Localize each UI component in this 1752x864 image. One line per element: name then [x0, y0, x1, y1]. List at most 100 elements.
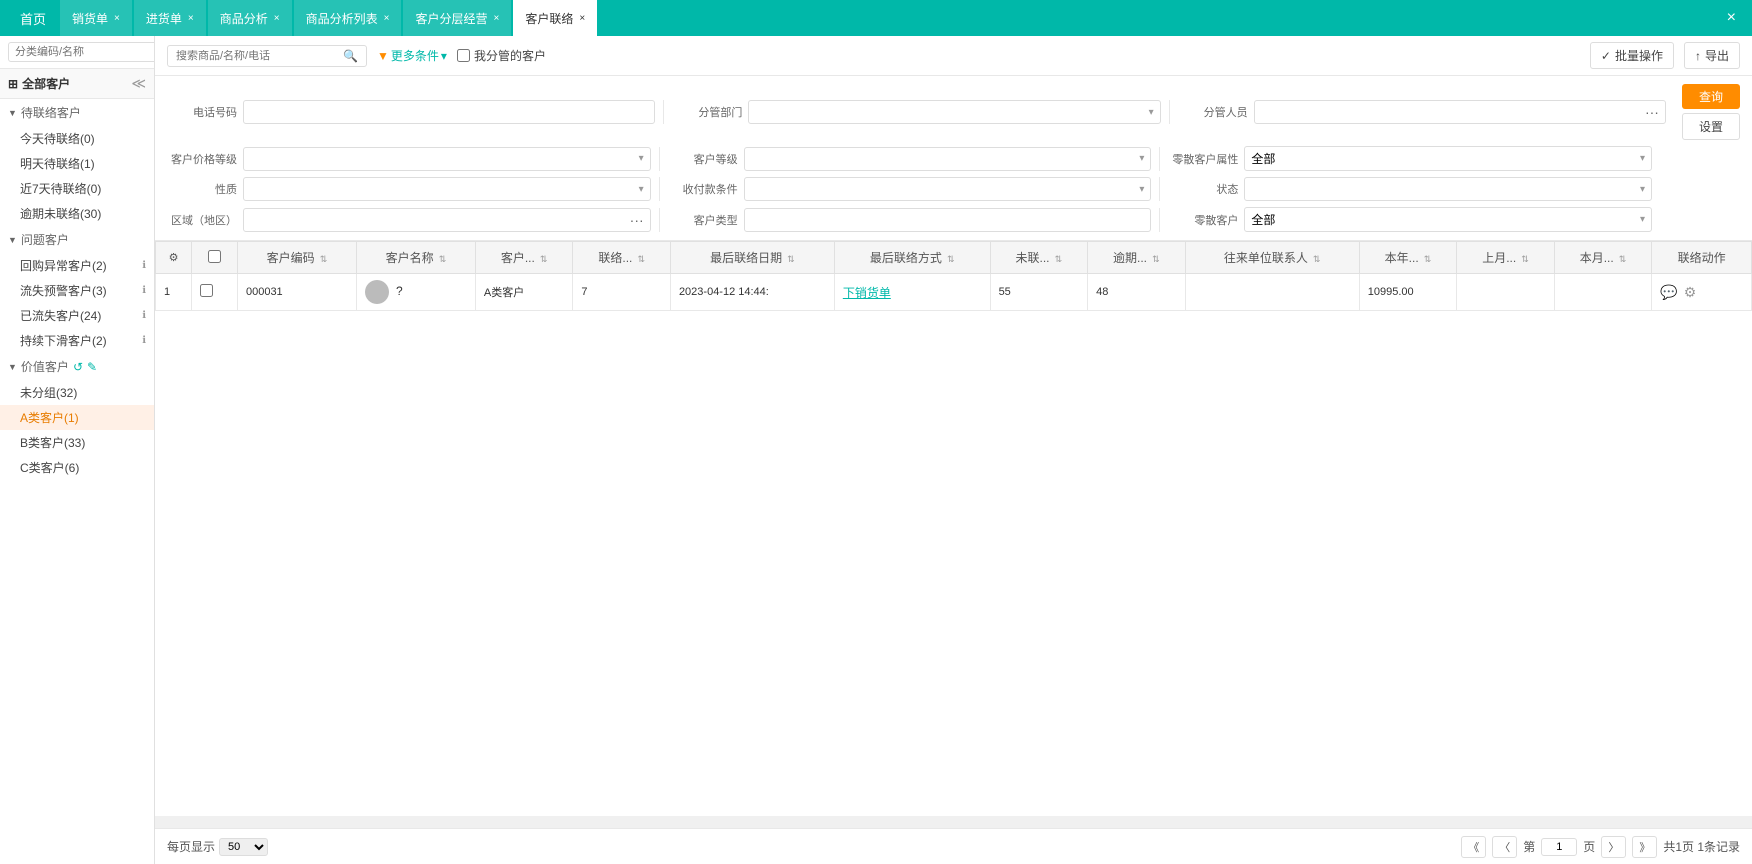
- sidebar-item-lost[interactable]: 已流失客户(24) ℹ: [0, 303, 154, 328]
- col-name[interactable]: 客户名称 ⇅: [356, 242, 475, 274]
- filter-scatter-kehu-select[interactable]: 全部 ▾: [1244, 207, 1652, 232]
- nav-tab-kehu-fen-close[interactable]: ×: [493, 13, 499, 24]
- sidebar-item-tomorrow[interactable]: 明天待联络(1): [0, 151, 154, 176]
- select-all-checkbox[interactable]: [208, 250, 221, 263]
- section-value-refresh[interactable]: ↺: [73, 360, 83, 374]
- col-code-sort: ⇅: [320, 254, 328, 264]
- col-type[interactable]: 客户... ⇅: [475, 242, 573, 274]
- export-btn[interactable]: ↑ 导出: [1684, 42, 1740, 69]
- sidebar-item-abnormal-icon: ℹ: [142, 260, 146, 271]
- sidebar-item-lost-warning[interactable]: 流失预警客户(3) ℹ: [0, 278, 154, 303]
- filter-region-label: 区域（地区）: [167, 212, 237, 228]
- filter-nature-select[interactable]: ▾: [243, 177, 651, 201]
- action-message-icon[interactable]: 💬: [1660, 284, 1677, 301]
- sidebar-item-declining[interactable]: 持续下滑客户(2) ℹ: [0, 328, 154, 353]
- col-contact[interactable]: 联络... ⇅: [573, 242, 671, 274]
- nav-tab-shangpin-close[interactable]: ×: [274, 13, 280, 24]
- row-contact-count: 7: [573, 274, 671, 311]
- region-dots-icon[interactable]: ···: [630, 212, 644, 228]
- row-contact-person: [1185, 274, 1359, 311]
- col-overdue[interactable]: 逾期... ⇅: [1088, 242, 1186, 274]
- col-this-month[interactable]: 本月... ⇅: [1554, 242, 1652, 274]
- action-settings-icon[interactable]: ⚙: [1684, 284, 1697, 301]
- next-page-btn[interactable]: 〉: [1601, 836, 1626, 858]
- filter-kehu-type-input[interactable]: [744, 208, 1152, 232]
- sidebar-search-input[interactable]: [8, 42, 155, 62]
- manager-dots-icon[interactable]: ···: [1645, 104, 1659, 120]
- window-close-btn[interactable]: ×: [1719, 9, 1744, 27]
- section-problem[interactable]: ▼ 问题客户: [0, 226, 154, 253]
- col-this-year[interactable]: 本年... ⇅: [1359, 242, 1457, 274]
- scatter-attr-value: 全部: [1251, 150, 1275, 167]
- section-pending[interactable]: ▼ 待联络客户: [0, 99, 154, 126]
- sidebar-item-lost-warning-label: 流失预警客户(3): [20, 282, 107, 299]
- section-value[interactable]: ▼ 价值客户 ↺ ✎: [0, 353, 154, 380]
- nav-tab-shangpin-list-close[interactable]: ×: [384, 13, 390, 24]
- batch-ops-btn[interactable]: ✓ 批量操作: [1590, 42, 1674, 69]
- nav-tab-jinhuo-close[interactable]: ×: [188, 13, 194, 24]
- nav-tab-kehu-fen[interactable]: 客户分层经营 ×: [403, 0, 511, 36]
- sidebar-item-7days[interactable]: 近7天待联络(0): [0, 176, 154, 201]
- kehu-arrow-icon: ▾: [1139, 153, 1144, 164]
- sidebar-item-today[interactable]: 今天待联络(0): [0, 126, 154, 151]
- filter-search-icon[interactable]: 🔍: [343, 49, 358, 63]
- filter-payment-select[interactable]: ▾: [744, 177, 1152, 201]
- per-page-select[interactable]: 10 20 50 100: [219, 838, 268, 856]
- filter-icon: ▼: [377, 49, 389, 63]
- sidebar-collapse-btn[interactable]: ≪: [131, 75, 146, 92]
- nav-tab-shangpin[interactable]: 商品分析 ×: [208, 0, 292, 36]
- sidebar-item-7days-label: 近7天待联络(0): [20, 180, 101, 197]
- horizontal-scrollbar[interactable]: [155, 816, 1752, 828]
- my-customers-checkbox[interactable]: [457, 49, 470, 62]
- filter-region-select[interactable]: ···: [243, 208, 651, 232]
- query-btn[interactable]: 查询: [1682, 84, 1740, 109]
- col-last-month-label: 上月...: [1482, 251, 1516, 265]
- sidebar-item-c-class[interactable]: C类客户(6): [0, 455, 154, 480]
- sidebar-item-overdue[interactable]: 逾期未联络(30): [0, 201, 154, 226]
- sidebar-item-tomorrow-label: 明天待联络(1): [20, 155, 95, 172]
- col-contact-person[interactable]: 往来单位联系人 ⇅: [1185, 242, 1359, 274]
- filter-phone-input[interactable]: [243, 100, 655, 124]
- nav-tab-kehu-lian[interactable]: 客户联络 ×: [513, 0, 597, 36]
- filter-status-select[interactable]: ▾: [1244, 177, 1652, 201]
- nav-tab-jinhuo[interactable]: 进货单 ×: [134, 0, 206, 36]
- col-code[interactable]: 客户编码 ⇅: [237, 242, 356, 274]
- nav-tab-xiaohuo-close[interactable]: ×: [114, 13, 120, 24]
- section-value-edit[interactable]: ✎: [87, 360, 97, 374]
- col-settings[interactable]: ⚙: [156, 242, 192, 274]
- nav-tab-xiaohuo[interactable]: 销货单 ×: [60, 0, 132, 36]
- filter-price-select[interactable]: ▾: [243, 147, 651, 171]
- total-label: 共1页 1条记录: [1663, 838, 1740, 855]
- page-input[interactable]: [1541, 838, 1577, 856]
- filter-bar: 🔍 ▼ 更多条件 ▾ 我分管的客户 ✓ 批量操作 ↑ 导出: [155, 36, 1752, 76]
- sidebar-item-b-class[interactable]: B类客户(33): [0, 430, 154, 455]
- nav-tab-shangpin-list[interactable]: 商品分析列表 ×: [294, 0, 402, 36]
- sidebar-item-abnormal-label: 回购异常客户(2): [20, 257, 107, 274]
- data-table: ⚙ 客户编码 ⇅ 客户名称 ⇅ 客户...: [155, 241, 1752, 311]
- last-page-btn[interactable]: 》: [1632, 836, 1657, 858]
- col-last-date[interactable]: 最后联络日期 ⇅: [670, 242, 834, 274]
- first-page-btn[interactable]: 《: [1461, 836, 1486, 858]
- filter-search-input[interactable]: [176, 50, 343, 62]
- section-pending-triangle: ▼: [8, 108, 17, 118]
- col-no-contact[interactable]: 未联... ⇅: [990, 242, 1088, 274]
- sidebar-item-a-class[interactable]: A类客户(1): [0, 405, 154, 430]
- last-method-link[interactable]: 下销货单: [843, 286, 891, 300]
- prev-page-btn[interactable]: 〈: [1492, 836, 1517, 858]
- settings-btn[interactable]: 设置: [1682, 113, 1740, 140]
- sidebar-item-ungroup[interactable]: 未分组(32): [0, 380, 154, 405]
- row-select-checkbox[interactable]: [200, 284, 213, 297]
- col-last-month[interactable]: 上月... ⇅: [1457, 242, 1555, 274]
- filter-payment-label: 收付款条件: [668, 181, 738, 197]
- sidebar-item-abnormal[interactable]: 回购异常客户(2) ℹ: [0, 253, 154, 278]
- nav-tab-kehu-lian-close[interactable]: ×: [579, 13, 585, 24]
- filter-row-3: 性质 ▾ 收付款条件 ▾ 状态 ▾: [167, 177, 1740, 201]
- filter-dept-select[interactable]: ▾: [748, 100, 1160, 124]
- filter-scatter-attr-select[interactable]: 全部 ▾: [1244, 146, 1652, 171]
- nav-home[interactable]: 首页: [8, 0, 58, 36]
- filter-manager-select[interactable]: ···: [1254, 100, 1666, 124]
- filter-nature: 性质 ▾: [167, 177, 651, 201]
- filter-more-btn[interactable]: ▼ 更多条件 ▾: [377, 47, 447, 64]
- filter-kehu-select[interactable]: ▾: [744, 147, 1152, 171]
- col-last-method[interactable]: 最后联络方式 ⇅: [834, 242, 990, 274]
